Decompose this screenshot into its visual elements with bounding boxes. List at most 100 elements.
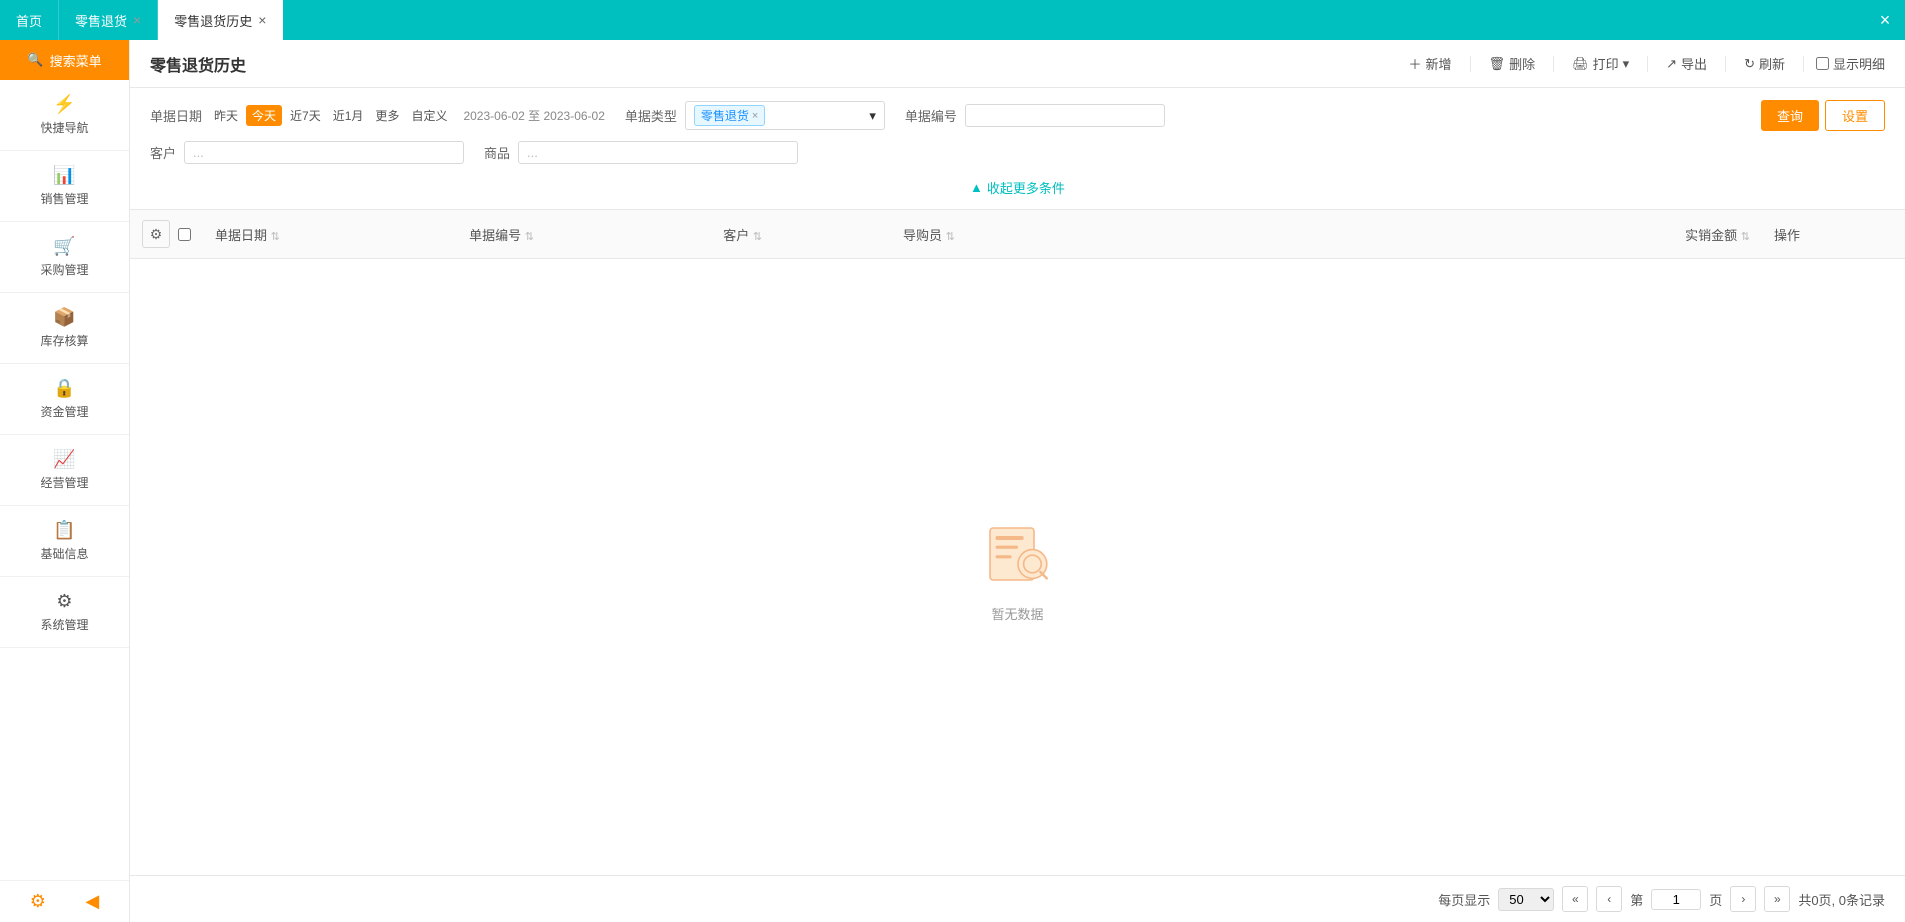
doc-number-input[interactable] [965, 104, 1165, 127]
sidebar-item-purchase-mgmt[interactable]: 🛒 采购管理 [0, 222, 129, 293]
print-arrow-icon: ▾ [1623, 56, 1630, 72]
sidebar-item-operations[interactable]: 📈 经营管理 [0, 435, 129, 506]
query-button[interactable]: 查询 [1761, 100, 1819, 131]
total-text: 共0页, 0条记录 [1798, 890, 1885, 909]
th-operation-label: 操作 [1774, 228, 1800, 243]
th-doc-number-label: 单据编号 [469, 228, 521, 243]
divider-1 [1470, 56, 1471, 72]
page-input[interactable] [1651, 889, 1701, 910]
th-customer-label: 客户 [723, 228, 749, 243]
add-icon: ＋ [1409, 54, 1422, 73]
inventory-icon: 📦 [53, 307, 75, 328]
delete-button[interactable]: 🗑 删除 [1483, 50, 1542, 77]
date-btn-more[interactable]: 更多 [371, 105, 403, 126]
table-container: ⚙ 单据日期 ⇅ 单据编号 ⇅ [130, 210, 1905, 875]
window-close-button[interactable]: × [1865, 0, 1905, 40]
divider-2 [1553, 56, 1554, 72]
add-button[interactable]: ＋ 新增 [1403, 50, 1458, 77]
th-customer-sort-icon: ⇅ [753, 231, 762, 243]
th-guide-label: 导购员 [903, 228, 942, 243]
date-btn-last7[interactable]: 近7天 [286, 105, 325, 126]
show-detail-container: 显示明细 [1816, 54, 1885, 73]
tab-home[interactable]: 首页 [0, 0, 59, 40]
prev-page-button[interactable]: ‹ [1596, 886, 1622, 912]
refresh-icon: ↻ [1744, 56, 1755, 72]
sidebar-item-finance-label: 资金管理 [40, 403, 88, 420]
th-actual-amount[interactable]: 实销金额 ⇅ [1508, 210, 1762, 259]
page-unit-label: 页 [1709, 890, 1722, 909]
purchase-mgmt-icon: 🛒 [53, 236, 75, 257]
main-layout: 🔍 搜索菜单 ⚡ 快捷导航 📊 销售管理 🛒 采购管理 📦 库存核算 🔒 资金管… [0, 40, 1905, 922]
date-btn-custom[interactable]: 自定义 [407, 105, 451, 126]
th-spacer [1108, 210, 1508, 259]
sidebar-item-sys-mgmt[interactable]: ⚙ 系统管理 [0, 577, 129, 648]
sales-mgmt-icon: 📊 [53, 165, 75, 186]
divider-4 [1725, 56, 1726, 72]
doc-type-label: 单据类型 [625, 106, 677, 125]
tab-retail-return[interactable]: 零售退货 × [59, 0, 158, 40]
doc-type-filter: 单据类型 零售退货 × ▾ [625, 101, 885, 130]
collapse-button[interactable]: ▲ 收起更多条件 [954, 174, 1081, 201]
data-table: ⚙ 单据日期 ⇅ 单据编号 ⇅ [130, 210, 1905, 259]
sidebar-item-quick-nav-label: 快捷导航 [40, 119, 88, 136]
tab-retail-return-close[interactable]: × [133, 12, 141, 28]
collapse-bottom-icon[interactable]: ◀ [85, 891, 99, 912]
date-btn-last-month[interactable]: 近1月 [329, 105, 368, 126]
print-button[interactable]: 🖨 打印 ▾ [1566, 50, 1635, 77]
last-page-button[interactable]: » [1764, 886, 1790, 912]
th-doc-number-sort-icon: ⇅ [525, 231, 534, 243]
export-button[interactable]: ↗ 导出 [1660, 50, 1713, 77]
doc-type-select[interactable]: 零售退货 × ▾ [685, 101, 885, 130]
export-icon: ↗ [1666, 56, 1677, 72]
refresh-label: 刷新 [1759, 54, 1785, 73]
th-doc-number[interactable]: 单据编号 ⇅ [457, 210, 711, 259]
tab-retail-return-history-close[interactable]: × [258, 12, 266, 28]
date-range-display: 2023-06-02 至 2023-06-02 [463, 107, 604, 124]
th-guide[interactable]: 导购员 ⇅ [891, 210, 1108, 259]
doc-type-tag-close[interactable]: × [752, 110, 758, 122]
date-btn-yesterday[interactable]: 昨天 [210, 105, 242, 126]
show-detail-checkbox[interactable] [1816, 57, 1829, 70]
tab-retail-return-history[interactable]: 零售退货历史 × [158, 0, 283, 40]
page-size-select[interactable]: 20 50 100 [1498, 888, 1554, 911]
tab-retail-return-label: 零售退货 [75, 11, 127, 30]
print-icon: 🖨 [1572, 56, 1589, 72]
th-doc-date[interactable]: 单据日期 ⇅ [203, 210, 457, 259]
basic-info-icon: 📋 [53, 520, 75, 541]
customer-select[interactable]: ... [184, 141, 464, 164]
sidebar-search[interactable]: 🔍 搜索菜单 [0, 40, 129, 80]
sidebar-item-basic-info[interactable]: 📋 基础信息 [0, 506, 129, 577]
print-label: 打印 [1593, 54, 1619, 73]
column-settings-button[interactable]: ⚙ [142, 220, 170, 248]
content-area: 零售退货历史 ＋ 新增 🗑 删除 🖨 打印 ▾ [130, 40, 1905, 922]
sidebar-item-inventory-label: 库存核算 [40, 332, 88, 349]
next-page-button[interactable]: › [1730, 886, 1756, 912]
action-buttons: 查询 设置 [1761, 100, 1885, 131]
select-all-checkbox[interactable] [178, 228, 191, 241]
th-doc-date-label: 单据日期 [215, 228, 267, 243]
refresh-button[interactable]: ↻ 刷新 [1738, 50, 1791, 77]
page-header: 零售退货历史 ＋ 新增 🗑 删除 🖨 打印 ▾ [130, 40, 1905, 88]
goods-select[interactable]: ... [518, 141, 798, 164]
settings-bottom-icon[interactable]: ⚙ [30, 891, 46, 912]
collapse-arrow-icon: ▲ [970, 180, 983, 195]
sidebar-item-sales-mgmt[interactable]: 📊 销售管理 [0, 151, 129, 222]
date-buttons: 昨天 今天 近7天 近1月 更多 自定义 [210, 105, 451, 126]
th-customer[interactable]: 客户 ⇅ [711, 210, 891, 259]
date-btn-today[interactable]: 今天 [246, 105, 282, 126]
sidebar-item-inventory[interactable]: 📦 库存核算 [0, 293, 129, 364]
sidebar-item-finance[interactable]: 🔒 资金管理 [0, 364, 129, 435]
export-label: 导出 [1681, 54, 1707, 73]
filter-settings-button[interactable]: 设置 [1825, 100, 1885, 131]
search-icon: 🔍 [27, 52, 43, 68]
date-filter-label: 单据日期 [150, 106, 202, 125]
sidebar-item-quick-nav[interactable]: ⚡ 快捷导航 [0, 80, 129, 151]
quick-nav-icon: ⚡ [53, 94, 75, 115]
top-bar: 首页 零售退货 × 零售退货历史 × × [0, 0, 1905, 40]
doc-number-label: 单据编号 [905, 106, 957, 125]
first-page-button[interactable]: « [1562, 886, 1588, 912]
divider-5 [1803, 56, 1804, 72]
delete-label: 删除 [1509, 54, 1535, 73]
goods-filter: 商品 ... [484, 141, 798, 164]
finance-icon: 🔒 [53, 378, 75, 399]
